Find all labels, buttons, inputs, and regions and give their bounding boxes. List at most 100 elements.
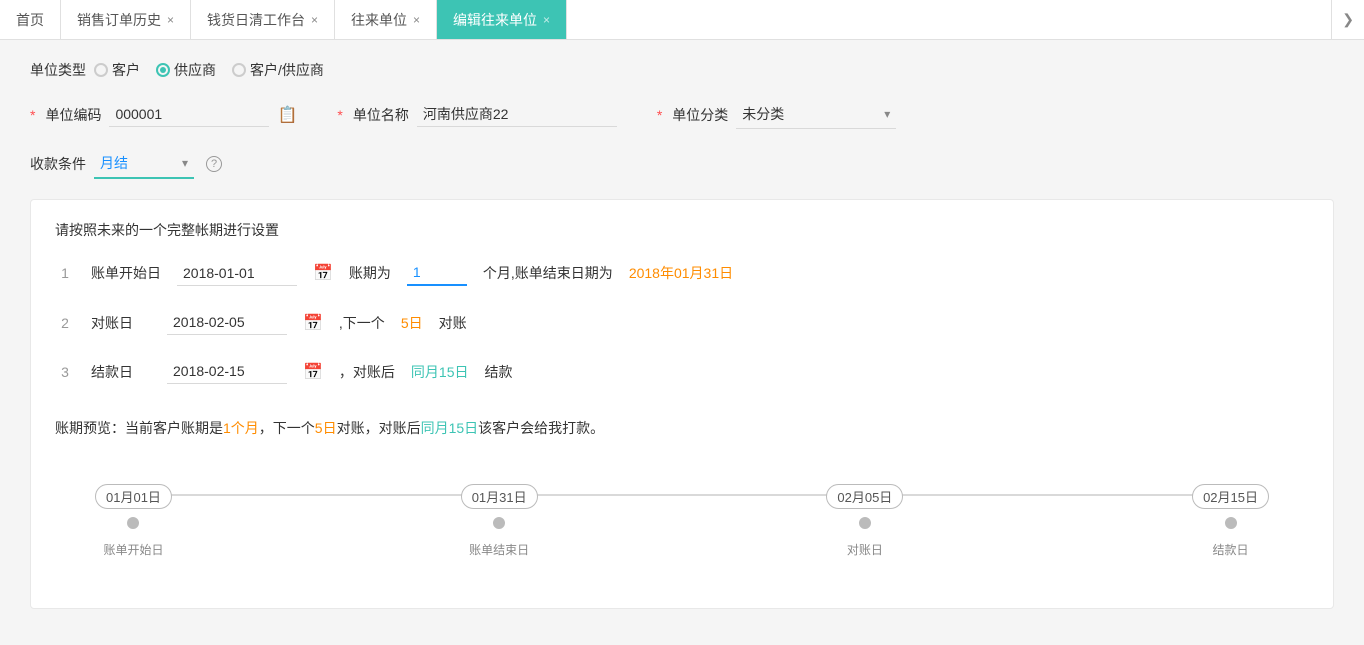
timeline-node-3: 02月15日 结款日 [1192,484,1269,558]
radio-both-label: 客户/供应商 [250,60,324,80]
unit-info-row: * 单位编码 📋 * 单位名称 * 单位分类 未分类 ▾ [30,100,1334,129]
start-date-input[interactable] [177,261,297,286]
tab-sales-history-close[interactable]: × [167,13,174,27]
unit-category-field: * 单位分类 未分类 ▾ [657,100,896,129]
tab-home[interactable]: 首页 [0,0,61,39]
tab-edit-partner-close[interactable]: × [543,13,550,27]
radio-supplier[interactable]: 供应商 [156,60,216,80]
category-required-star: * [657,107,662,123]
radio-supplier-label: 供应商 [174,60,216,80]
main-content: 单位类型 客户 供应商 客户/供应商 * 单位编码 [0,40,1364,645]
config-row-3: 3 结款日 📅 ，对账后同月15日结款 [55,359,1309,384]
tab-partners-close[interactable]: × [413,13,420,27]
row-label-2: 对账日 [91,313,151,333]
row-num-1: 1 [55,265,75,281]
settings-panel: 请按照未来的一个完整帐期进行设置 1 账单开始日 📅 账期为 个月,账单结束日期… [30,199,1334,609]
condition-help-icon[interactable]: ? [206,156,222,172]
timeline-badge-3: 02月15日 [1192,484,1269,509]
unit-name-field: * 单位名称 [337,102,616,127]
row-num-2: 2 [55,315,75,331]
tab-sales-history[interactable]: 销售订单历史 × [61,0,191,39]
preview-pay: 同月15日 [421,420,479,436]
config-row-2: 2 对账日 📅 ,下一个 5日对账 [55,310,1309,335]
reconcile-highlight: 5日 [401,313,423,333]
payment-date-calendar-icon[interactable]: 📅 [303,362,323,382]
timeline-dot-2 [859,517,871,529]
unit-type-label: 单位类型 [30,60,86,80]
radio-both[interactable]: 客户/供应商 [232,60,324,80]
reconcile-desc-pre: ,下一个 [339,313,385,333]
timeline-dot-1 [493,517,505,529]
timeline-date-0: 01月01日 [106,490,161,505]
timeline-label-3: 结款日 [1213,541,1249,558]
unit-type-radio-group: 客户 供应商 客户/供应商 [94,60,324,80]
payment-desc-post: 结款 [485,362,513,382]
config-row-1: 1 账单开始日 📅 账期为 个月,账单结束日期为 2018年01月31日 [55,260,1309,286]
tab-partners-label: 往来单位 [351,10,407,30]
unit-category-label: 单位分类 [672,105,728,125]
tab-cash-work[interactable]: 钱货日清工作台 × [191,0,335,39]
reconcile-desc-post: 对账 [439,313,467,333]
radio-both-circle [232,63,246,77]
panel-title: 请按照未来的一个完整帐期进行设置 [55,220,1309,240]
tab-cash-work-close[interactable]: × [311,13,318,27]
unit-code-input[interactable] [109,102,269,127]
timeline-label-1: 账单结束日 [469,541,529,558]
period-end-date: 2018年01月31日 [629,263,733,283]
unit-category-value: 未分类 [742,104,784,124]
tab-edit-partner[interactable]: 编辑往来单位 × [437,0,567,39]
condition-row: 收款条件 月结 ▾ ? [30,149,1334,179]
row-label-1: 账单开始日 [91,263,161,283]
condition-label: 收款条件 [30,154,86,174]
timeline-container: 01月01日 账单开始日 01月31日 账单结束日 02月05日 [55,464,1309,588]
preview-sep1: ，下一个 [259,420,315,436]
row-label-3: 结款日 [91,362,151,382]
radio-supplier-circle [156,63,170,77]
radio-customer-label: 客户 [112,60,140,80]
tab-bar: 首页 销售订单历史 × 钱货日清工作台 × 往来单位 × 编辑往来单位 × ❯ [0,0,1364,40]
start-date-calendar-icon[interactable]: 📅 [313,263,333,283]
radio-customer[interactable]: 客户 [94,60,140,80]
unit-name-label: 单位名称 [353,105,409,125]
reconcile-date-calendar-icon[interactable]: 📅 [303,313,323,333]
condition-select[interactable]: 月结 ▾ [94,149,194,179]
period-input[interactable] [407,260,467,286]
unit-code-field: * 单位编码 📋 [30,102,297,127]
timeline-date-3: 02月15日 [1203,490,1258,505]
payment-desc-pre: ，对账后 [339,362,395,382]
period-desc-mid: 个月,账单结束日期为 [483,263,613,283]
reconcile-date-input[interactable] [167,310,287,335]
preview-label: 账期预览：当前客户账期是 [55,420,223,436]
unit-name-input[interactable] [417,102,617,127]
timeline-dot-3 [1225,517,1237,529]
radio-customer-circle [94,63,108,77]
tab-more-arrow[interactable]: ❯ [1331,0,1364,39]
preview-reconcile: 5日 [315,420,337,436]
timeline-dot-0 [127,517,139,529]
unit-type-field: 单位类型 客户 供应商 客户/供应商 [30,60,324,80]
timeline-badge-0: 01月01日 [95,484,172,509]
tab-partners[interactable]: 往来单位 × [335,0,437,39]
payment-highlight: 同月15日 [411,362,469,382]
preview-text: 账期预览：当前客户账期是1个月，下一个5日对账，对账后同月15日该客户会给我打款… [55,408,1309,448]
tab-cash-work-label: 钱货日清工作台 [207,10,305,30]
category-dropdown-arrow-icon: ▾ [884,107,890,121]
timeline-label-2: 对账日 [847,541,883,558]
timeline-badge-1: 01月31日 [461,484,538,509]
tab-home-label: 首页 [16,10,44,30]
row-num-3: 3 [55,364,75,380]
period-desc-pre: 账期为 [349,263,391,283]
code-calendar-icon[interactable]: 📋 [277,105,297,125]
condition-value: 月结 [100,153,128,173]
tab-sales-history-label: 销售订单历史 [77,10,161,30]
code-required-star: * [30,107,35,123]
tab-edit-partner-label: 编辑往来单位 [453,10,537,30]
condition-dropdown-arrow-icon: ▾ [182,156,188,170]
payment-date-input[interactable] [167,359,287,384]
preview-suffix: 该客户会给我打款。 [478,420,604,436]
timeline-date-2: 02月05日 [837,490,892,505]
unit-category-select[interactable]: 未分类 ▾ [736,100,896,129]
unit-type-row: 单位类型 客户 供应商 客户/供应商 [30,60,1334,80]
timeline-label-0: 账单开始日 [103,541,163,558]
unit-code-label: 单位编码 [45,105,101,125]
